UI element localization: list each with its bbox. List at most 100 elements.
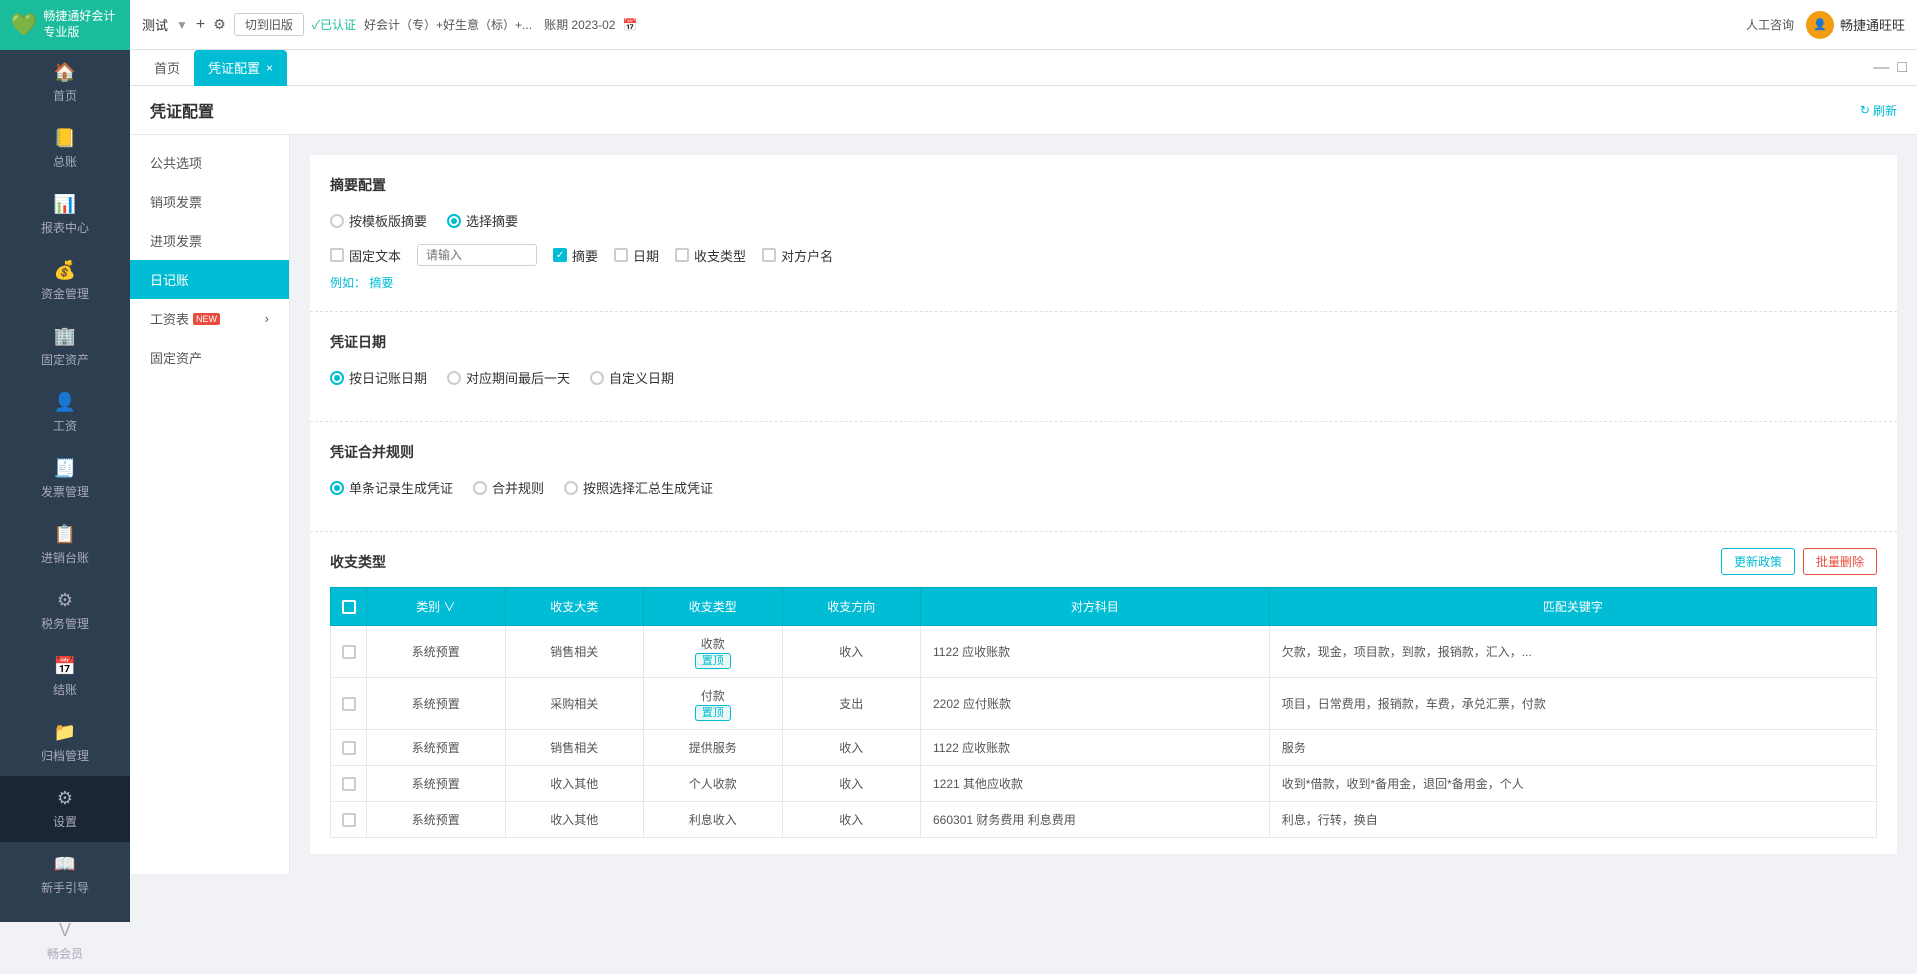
checkbox-fixed-text[interactable]: 固定文本 — [330, 246, 401, 265]
row-keywords-3: 收到*借款，收到*备用金，退回*备用金，个人 — [1269, 766, 1876, 802]
tab-voucher-config[interactable]: 凭证配置 × — [194, 50, 287, 86]
row-income-type-4: 利息收入 — [644, 802, 783, 838]
sidebar-label-member: 畅会员 — [47, 945, 83, 962]
row-income-main-4: 收入其他 — [505, 802, 644, 838]
row-direction-2: 收入 — [782, 730, 921, 766]
tab-actions: — □ — [1873, 59, 1907, 77]
date-radio-journal[interactable]: 按日记账日期 — [330, 368, 427, 387]
left-menu-item-sales[interactable]: 销项发票 — [130, 182, 289, 221]
minimize-button[interactable]: — — [1873, 59, 1889, 77]
sidebar-item-funds[interactable]: 💰资金管理 — [0, 248, 130, 314]
date-radio-custom[interactable]: 自定义日期 — [590, 368, 674, 387]
summary-radio-template[interactable]: 按模板版摘要 — [330, 211, 427, 230]
sidebar-label-archive: 归档管理 — [41, 747, 89, 764]
checkbox-summary[interactable]: ✓ 摘要 — [553, 246, 598, 265]
batch-delete-button[interactable]: 批量删除 — [1803, 548, 1877, 575]
sidebar-item-member[interactable]: V畅会员 — [0, 908, 130, 974]
sidebar-item-guide[interactable]: 📖新手引导 — [0, 842, 130, 908]
update-policy-button[interactable]: 更新政策 — [1721, 548, 1795, 575]
sidebar-item-home[interactable]: 🏠 首页 — [0, 50, 130, 116]
left-menu-item-purchase_inv[interactable]: 进项发票 — [130, 221, 289, 260]
sidebar-item-settlement[interactable]: 📅 结账 — [0, 644, 130, 710]
row-direction-1: 支出 — [782, 678, 921, 730]
merge-section: 凭证合并规则 单条记录生成凭证 合并规则 — [310, 422, 1897, 532]
checkbox-box-counterpart — [762, 248, 776, 262]
row-income-main-3: 收入其他 — [505, 766, 644, 802]
row-income-main-0: 销售相关 — [505, 626, 644, 678]
sidebar-item-purchase[interactable]: 📋进销台账 — [0, 512, 130, 578]
sidebar-label-guide: 新手引导 — [41, 879, 89, 896]
summary-section: 摘要配置 按模板版摘要 选择摘要 — [310, 155, 1897, 312]
sidebar-item-invoice_mgr[interactable]: 🧾发票管理 — [0, 446, 130, 512]
tag-top-1[interactable]: 置顶 — [695, 705, 731, 721]
example-text: 例如： 摘要 — [330, 274, 1877, 291]
topbar-switch-button[interactable]: 切到旧版 — [234, 13, 304, 36]
fixed-text-input[interactable] — [417, 244, 537, 266]
merge-radio-rule[interactable]: 合并规则 — [473, 478, 544, 497]
topbar-user[interactable]: 👤 畅捷通旺旺 — [1806, 11, 1905, 39]
topbar-plus-icon[interactable]: + — [196, 16, 205, 34]
maximize-button[interactable]: □ — [1897, 59, 1907, 77]
left-menu-item-fixed_assets2[interactable]: 固定资产 — [130, 338, 289, 377]
checkbox-counterpart[interactable]: 对方户名 — [762, 246, 833, 265]
summary-radio-group: 按模板版摘要 选择摘要 — [330, 211, 1877, 230]
tab-home[interactable]: 首页 — [140, 50, 194, 86]
table-row: 系统预置 销售相关 提供服务 收入 1122 应收账款 服务 — [331, 730, 1877, 766]
sidebar-label-home: 首页 — [53, 87, 77, 104]
summary-radio-select[interactable]: 选择摘要 — [447, 211, 518, 230]
topbar-certified: ✓已认证 — [312, 16, 356, 33]
sidebar-label-settlement: 结账 — [53, 681, 77, 698]
refresh-button[interactable]: ↻ 刷新 — [1860, 102, 1897, 119]
topbar-right: 人工咨询 👤 畅捷通旺旺 — [1746, 11, 1905, 39]
sidebar-item-reports[interactable]: 📊报表中心 — [0, 182, 130, 248]
radio-dot-journal — [330, 371, 344, 385]
left-menu-item-payroll_table[interactable]: 工资表NEW› — [130, 299, 289, 338]
checkbox-box-income-type — [675, 248, 689, 262]
topbar-period: 账期 2023-02 📅 — [544, 16, 638, 33]
table-row: 系统预置 采购相关 付款 置顶 支出 2202 应付账款 项目，日常费用，报销款… — [331, 678, 1877, 730]
merge-radio-group: 单条记录生成凭证 合并规则 按照选择汇总生成凭证 — [330, 478, 1877, 497]
date-radio-group: 按日记账日期 对应期间最后一天 自定义日期 — [330, 368, 1877, 387]
panel-layout: 公共选项销项发票进项发票日记账工资表NEW›固定资产 摘要配置 按模板版摘要 — [130, 135, 1917, 874]
settlement-icon: 📅 — [54, 656, 76, 677]
sidebar-label-ledger: 总账 — [53, 153, 77, 170]
row-category-3: 系统预置 — [367, 766, 506, 802]
sidebar-items: 🏠首页📒总账📊报表中心💰资金管理🏢固定资产👤工资🧾发票管理📋进销台账⚙税务管理📅… — [0, 50, 130, 974]
sidebar-label-purchase: 进销台账 — [41, 549, 89, 566]
tab-close-icon[interactable]: × — [266, 61, 273, 75]
tag-top-0[interactable]: 置顶 — [695, 653, 731, 669]
th-checkbox[interactable] — [331, 588, 367, 626]
topbar-consult-btn[interactable]: 人工咨询 — [1746, 16, 1794, 33]
left-menu-item-journal[interactable]: 日记账 — [130, 260, 289, 299]
row-checkbox-0[interactable] — [331, 626, 367, 678]
checkbox-box-date — [614, 248, 628, 262]
merge-radio-single[interactable]: 单条记录生成凭证 — [330, 478, 453, 497]
row-checkbox-2[interactable] — [331, 730, 367, 766]
row-checkbox-3[interactable] — [331, 766, 367, 802]
checkbox-income-type[interactable]: 收支类型 — [675, 246, 746, 265]
sidebar-item-tax[interactable]: ⚙税务管理 — [0, 578, 130, 644]
table-row: 系统预置 销售相关 收款 置顶 收入 1122 应收账款 欠款，现金，项目款，到… — [331, 626, 1877, 678]
row-account-2: 1122 应收账款 — [921, 730, 1270, 766]
row-checkbox-1[interactable] — [331, 678, 367, 730]
checkbox-date[interactable]: 日期 — [614, 246, 659, 265]
sidebar-item-assets[interactable]: 🏢固定资产 — [0, 314, 130, 380]
date-radio-period-last[interactable]: 对应期间最后一天 — [447, 368, 570, 387]
logo-text-line2: 专业版 — [43, 25, 115, 41]
sidebar-item-settings[interactable]: ⚙设置 — [0, 776, 130, 842]
row-keywords-0: 欠款，现金，项目款，到款，报销款，汇入，... — [1269, 626, 1876, 678]
topbar-gear-icon[interactable]: ⚙ — [213, 16, 226, 33]
row-category-2: 系统预置 — [367, 730, 506, 766]
left-menu-label-payroll_table: 工资表 — [150, 309, 189, 328]
left-menu-item-public[interactable]: 公共选项 — [130, 143, 289, 182]
row-checkbox-4[interactable] — [331, 802, 367, 838]
table-actions: 更新政策 批量删除 — [1721, 548, 1877, 575]
merge-radio-select-summary[interactable]: 按照选择汇总生成凭证 — [564, 478, 713, 497]
sidebar-label-invoice_mgr: 发票管理 — [41, 483, 89, 500]
th-account: 对方科目 — [921, 588, 1270, 626]
sidebar-item-ledger[interactable]: 📒总账 — [0, 116, 130, 182]
home-icon: 🏠 — [54, 62, 76, 83]
sidebar-item-payroll[interactable]: 👤工资 — [0, 380, 130, 446]
row-income-type-2: 提供服务 — [644, 730, 783, 766]
sidebar-item-archive[interactable]: 📁归档管理 — [0, 710, 130, 776]
